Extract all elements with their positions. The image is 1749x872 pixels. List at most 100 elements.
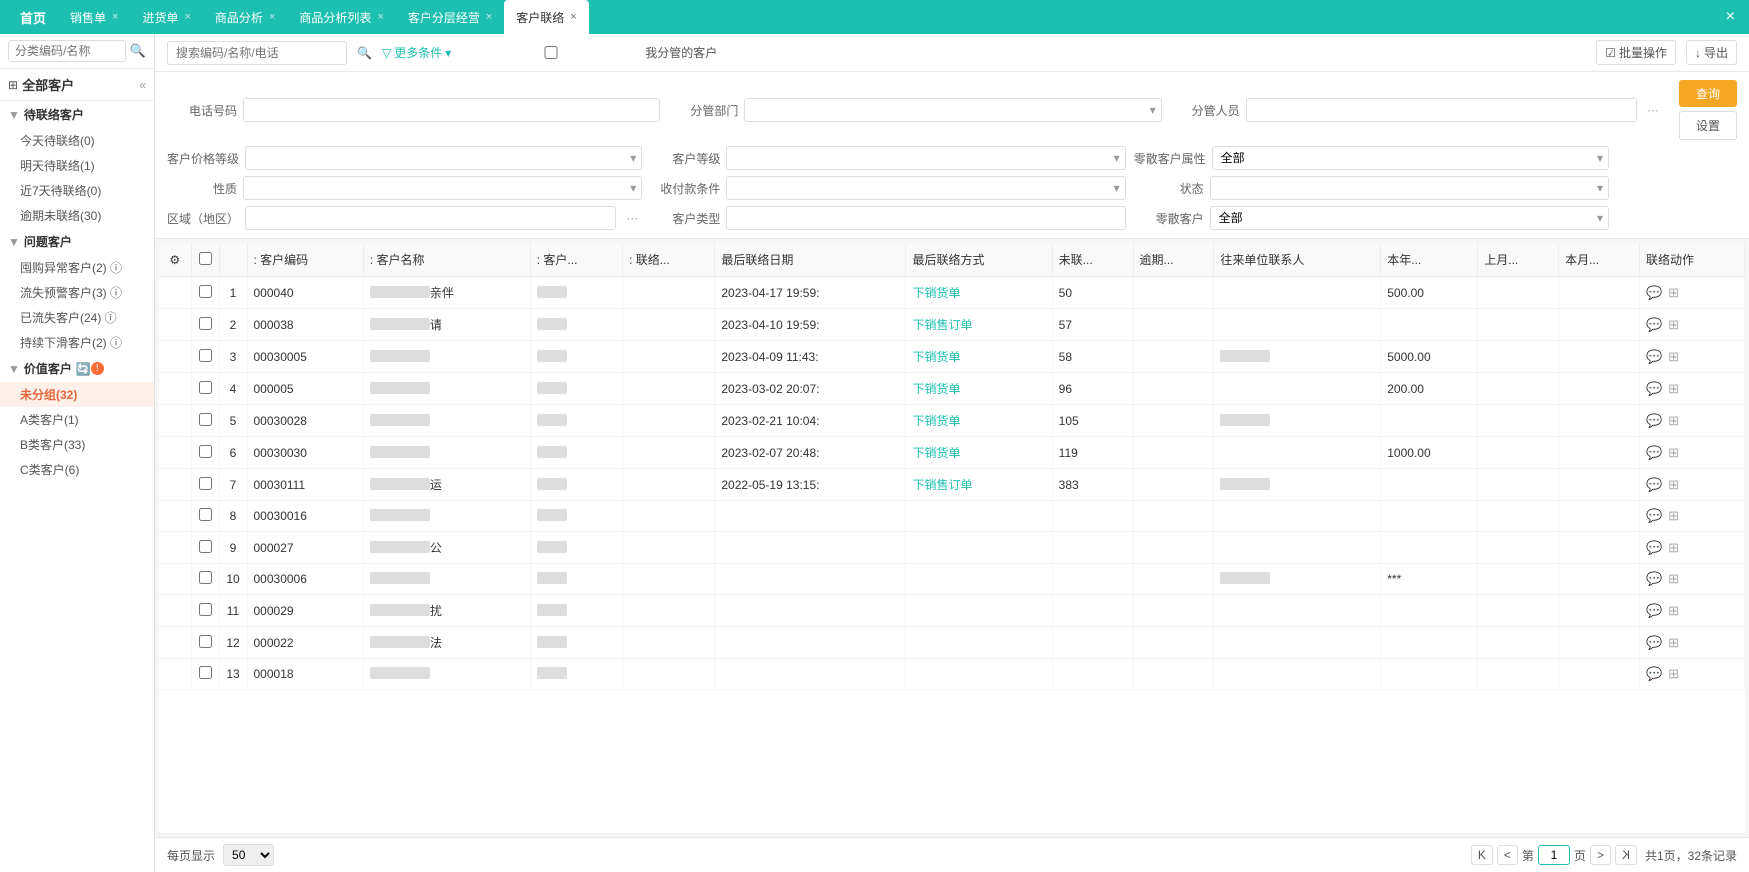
message-icon[interactable]: 💬 — [1646, 508, 1662, 524]
col-contact[interactable]: : 联络... — [623, 243, 715, 277]
message-icon[interactable]: 💬 — [1646, 349, 1662, 365]
export-button[interactable]: ↓ 导出 — [1686, 40, 1737, 65]
nav-tab-purchase[interactable]: 进货单 × — [130, 0, 202, 34]
message-icon[interactable]: 💬 — [1646, 285, 1662, 301]
row-checkbox[interactable] — [199, 477, 212, 490]
grid-action-icon[interactable]: ⊞ — [1668, 603, 1679, 619]
price-level-select[interactable] — [245, 146, 642, 170]
my-customers-filter[interactable]: 我分管的客户 — [461, 44, 717, 61]
message-icon[interactable]: 💬 — [1646, 381, 1662, 397]
nav-tab-customer-contact[interactable]: 客户联络 × — [504, 0, 588, 34]
grid-action-icon[interactable]: ⊞ — [1668, 666, 1679, 682]
page-first-button[interactable]: K — [1471, 845, 1493, 865]
grid-action-icon[interactable]: ⊞ — [1668, 477, 1679, 493]
payment-select[interactable] — [726, 176, 1125, 200]
sidebar-item-declining[interactable]: 持续下滑客户(2) ⓘ — [0, 330, 154, 355]
col-this-month[interactable]: 本月... — [1559, 243, 1640, 277]
message-icon[interactable]: 💬 — [1646, 666, 1662, 682]
nav-tab-product-list[interactable]: 商品分析列表 × — [287, 0, 395, 34]
status-select[interactable] — [1210, 176, 1609, 200]
sidebar-section-value[interactable]: ▼ 价值客户 🔄 ! — [0, 355, 154, 382]
sidebar-item-hoarding[interactable]: 囤购异常客户(2) ⓘ — [0, 255, 154, 280]
col-last-contact-method[interactable]: 最后联络方式 — [906, 243, 1052, 277]
row-checkbox[interactable] — [199, 508, 212, 521]
close-all-button[interactable]: × — [1720, 8, 1741, 26]
sidebar-section-pending[interactable]: ▼ 待联络客户 — [0, 101, 154, 128]
contact-method-link[interactable]: 下销售订单 — [912, 318, 972, 332]
my-customers-checkbox[interactable] — [461, 46, 641, 59]
region-input[interactable] — [245, 206, 616, 230]
nav-tab-product-analysis[interactable]: 商品分析 × — [203, 0, 287, 34]
contact-method-link[interactable]: 下销售订单 — [912, 478, 972, 492]
row-checkbox[interactable] — [199, 317, 212, 330]
page-prev-button[interactable]: < — [1497, 845, 1518, 865]
batch-ops-button[interactable]: ☑ 批量操作 — [1596, 40, 1676, 65]
search-filter-icon[interactable]: 🔍 — [357, 46, 372, 60]
manager-dots-icon[interactable]: ··· — [1643, 103, 1663, 117]
close-icon[interactable]: × — [377, 11, 383, 23]
row-checkbox[interactable] — [199, 445, 212, 458]
close-icon[interactable]: × — [570, 11, 576, 23]
sidebar-search-input[interactable] — [8, 40, 126, 62]
sidebar-item-today[interactable]: 今天待联络(0) — [0, 128, 154, 153]
row-checkbox[interactable] — [199, 603, 212, 616]
message-icon[interactable]: 💬 — [1646, 413, 1662, 429]
grid-action-icon[interactable]: ⊞ — [1668, 349, 1679, 365]
page-next-button[interactable]: > — [1590, 845, 1611, 865]
col-not-contacted[interactable]: 未联... — [1052, 243, 1133, 277]
col-this-year[interactable]: 本年... — [1381, 243, 1478, 277]
scattered-attr-select[interactable]: 全部 — [1212, 146, 1609, 170]
grid-action-icon[interactable]: ⊞ — [1668, 508, 1679, 524]
sidebar-item-tomorrow[interactable]: 明天待联络(1) — [0, 153, 154, 178]
close-icon[interactable]: × — [269, 11, 275, 23]
contact-method-link[interactable]: 下销货单 — [912, 382, 960, 396]
nav-tab-customer-seg[interactable]: 客户分层经营 × — [396, 0, 504, 34]
message-icon[interactable]: 💬 — [1646, 635, 1662, 651]
sidebar-item-class-b[interactable]: B类客户(33) — [0, 432, 154, 457]
col-last-month[interactable]: 上月... — [1478, 243, 1559, 277]
contact-method-link[interactable]: 下销货单 — [912, 286, 960, 300]
region-dots-icon[interactable]: ··· — [622, 211, 642, 225]
col-overdue[interactable]: 逾期... — [1133, 243, 1214, 277]
sidebar-section-problem[interactable]: ▼ 问题客户 — [0, 228, 154, 255]
sidebar-item-overdue[interactable]: 逾期未联络(30) — [0, 203, 154, 228]
page-size-select[interactable]: 50 100 — [223, 844, 274, 866]
collapse-all-icon[interactable]: « — [139, 78, 146, 92]
scattered-select[interactable]: 全部 — [1210, 206, 1609, 230]
contact-method-link[interactable]: 下销货单 — [912, 414, 960, 428]
manager-input[interactable] — [1246, 98, 1637, 122]
customer-type-input[interactable] — [726, 206, 1125, 230]
row-checkbox[interactable] — [199, 540, 212, 553]
all-customers-header[interactable]: ⊞ 全部客户 « — [0, 69, 154, 101]
nav-tab-home[interactable]: 首页 — [8, 0, 58, 34]
grid-action-icon[interactable]: ⊞ — [1668, 381, 1679, 397]
grid-action-icon[interactable]: ⊞ — [1668, 413, 1679, 429]
grid-action-icon[interactable]: ⊞ — [1668, 317, 1679, 333]
row-checkbox[interactable] — [199, 666, 212, 679]
page-number-input[interactable] — [1538, 845, 1570, 865]
grid-action-icon[interactable]: ⊞ — [1668, 635, 1679, 651]
col-gear[interactable]: ⚙ — [159, 243, 191, 277]
dept-select[interactable] — [744, 98, 1161, 122]
row-checkbox[interactable] — [199, 285, 212, 298]
col-company-contact[interactable]: 往来单位联系人 — [1214, 243, 1381, 277]
customer-level-select[interactable] — [726, 146, 1125, 170]
row-checkbox[interactable] — [199, 571, 212, 584]
col-customer-name[interactable]: : 客户名称 — [363, 243, 530, 277]
sidebar-item-7days[interactable]: 近7天待联络(0) — [0, 178, 154, 203]
sidebar-item-unclassified[interactable]: 未分组(32) — [0, 382, 154, 407]
contact-method-link[interactable]: 下销货单 — [912, 446, 960, 460]
grid-action-icon[interactable]: ⊞ — [1668, 285, 1679, 301]
row-checkbox[interactable] — [199, 381, 212, 394]
message-icon[interactable]: 💬 — [1646, 603, 1662, 619]
message-icon[interactable]: 💬 — [1646, 540, 1662, 556]
message-icon[interactable]: 💬 — [1646, 571, 1662, 587]
sidebar-item-churn-warning[interactable]: 流失预警客户(3) ⓘ — [0, 280, 154, 305]
search-icon[interactable]: 🔍 — [130, 43, 146, 59]
grid-action-icon[interactable]: ⊞ — [1668, 445, 1679, 461]
nature-select[interactable] — [243, 176, 642, 200]
close-icon[interactable]: × — [184, 11, 190, 23]
close-icon[interactable]: × — [112, 11, 118, 23]
row-checkbox[interactable] — [199, 413, 212, 426]
row-checkbox[interactable] — [199, 349, 212, 362]
